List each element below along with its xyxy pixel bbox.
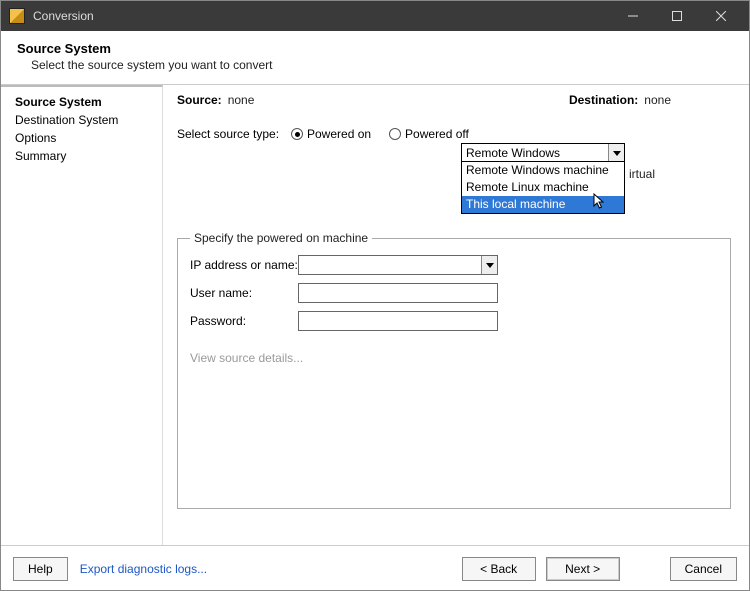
view-source-details-link: View source details... bbox=[190, 351, 718, 365]
chevron-down-icon bbox=[481, 256, 497, 274]
chevron-down-icon bbox=[608, 144, 624, 162]
wizard-footer: Help Export diagnostic logs... < Back Ne… bbox=[1, 545, 749, 591]
sidebar-item-summary[interactable]: Summary bbox=[1, 147, 162, 165]
username-label: User name: bbox=[190, 286, 298, 300]
radio-powered-off[interactable]: Powered off bbox=[389, 127, 469, 141]
sidebar-item-options[interactable]: Options bbox=[1, 129, 162, 147]
destination-value: none bbox=[644, 93, 671, 107]
wizard-sidebar: Source System Destination System Options… bbox=[1, 85, 163, 545]
sidebar-item-source-system[interactable]: Source System bbox=[1, 93, 162, 111]
app-icon bbox=[9, 8, 25, 24]
radio-dot-icon bbox=[389, 128, 401, 140]
sidebar-item-destination-system[interactable]: Destination System bbox=[1, 111, 162, 129]
password-input[interactable] bbox=[298, 311, 498, 331]
close-button[interactable] bbox=[699, 1, 743, 31]
window-title: Conversion bbox=[33, 9, 611, 23]
source-value: none bbox=[228, 93, 255, 107]
minimize-button[interactable] bbox=[611, 1, 655, 31]
source-type-dropdown: Remote Windows machine Remote Linux mach… bbox=[461, 161, 625, 214]
radio-powered-off-label: Powered off bbox=[405, 127, 469, 141]
export-logs-link[interactable]: Export diagnostic logs... bbox=[80, 562, 207, 576]
next-button[interactable]: Next > bbox=[546, 557, 620, 581]
page-title: Source System bbox=[17, 41, 733, 56]
ip-label: IP address or name: bbox=[190, 258, 298, 272]
page-subtitle: Select the source system you want to con… bbox=[31, 58, 733, 72]
group-legend: Specify the powered on machine bbox=[190, 231, 372, 245]
wizard-header: Source System Select the source system y… bbox=[1, 31, 749, 85]
cancel-button[interactable]: Cancel bbox=[670, 557, 737, 581]
help-button[interactable]: Help bbox=[13, 557, 68, 581]
maximize-button[interactable] bbox=[655, 1, 699, 31]
destination-label: Destination: bbox=[569, 93, 638, 107]
radio-powered-on-label: Powered on bbox=[307, 127, 371, 141]
hint-text-fragment: irtual bbox=[629, 167, 655, 181]
source-type-select[interactable]: Remote Windows machine bbox=[461, 143, 625, 163]
radio-dot-icon bbox=[291, 128, 303, 140]
back-button[interactable]: < Back bbox=[462, 557, 536, 581]
specify-machine-group: Specify the powered on machine IP addres… bbox=[177, 231, 731, 509]
wizard-content: Source: none Destination: none Select so… bbox=[163, 85, 749, 545]
titlebar: Conversion bbox=[1, 1, 749, 31]
select-source-type-label: Select source type: bbox=[177, 127, 291, 141]
username-input[interactable] bbox=[298, 283, 498, 303]
source-label: Source: bbox=[177, 93, 222, 107]
dropdown-option-remote-linux[interactable]: Remote Linux machine bbox=[462, 179, 624, 196]
password-label: Password: bbox=[190, 314, 298, 328]
radio-powered-on[interactable]: Powered on bbox=[291, 127, 371, 141]
ip-address-input[interactable] bbox=[298, 255, 498, 275]
dropdown-option-remote-windows[interactable]: Remote Windows machine bbox=[462, 162, 624, 179]
dropdown-option-this-local[interactable]: This local machine bbox=[462, 196, 624, 213]
